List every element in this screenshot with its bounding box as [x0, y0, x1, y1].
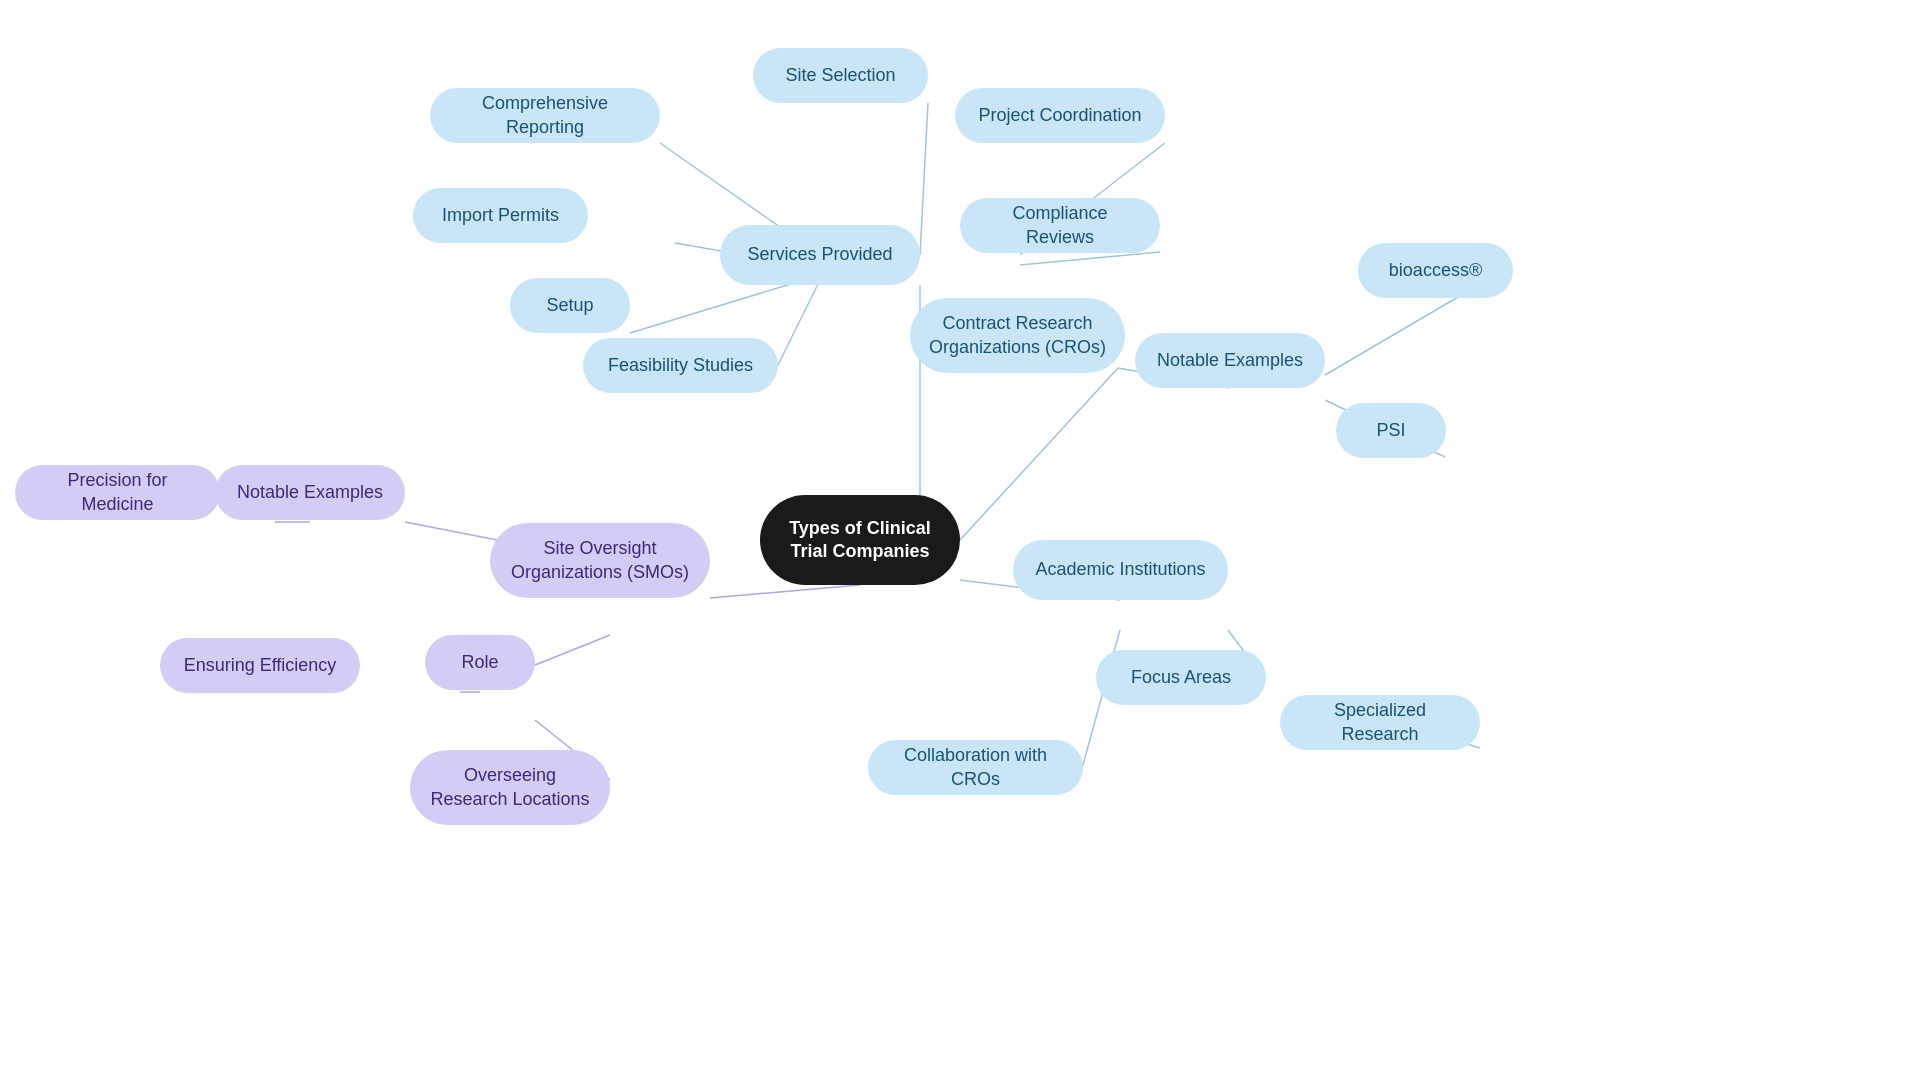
- svg-line-7: [1020, 252, 1160, 265]
- overseeing-research-label: Overseeing Research Locations: [428, 764, 592, 811]
- svg-line-10: [1325, 297, 1458, 375]
- svg-line-8: [960, 368, 1118, 540]
- compliance-reviews-label: Compliance Reviews: [978, 202, 1142, 249]
- feasibility-studies-label: Feasibility Studies: [608, 354, 753, 377]
- notable-examples-smo-node: Notable Examples: [215, 465, 405, 520]
- services-provided-label: Services Provided: [747, 243, 892, 266]
- project-coordination-label: Project Coordination: [978, 104, 1141, 127]
- svg-line-16: [710, 585, 860, 598]
- services-provided-node: Services Provided: [720, 225, 920, 285]
- ensuring-efficiency-label: Ensuring Efficiency: [184, 654, 337, 677]
- import-permits-node: Import Permits: [413, 188, 588, 243]
- import-permits-label: Import Permits: [442, 204, 559, 227]
- bioaccess-node: bioaccess®: [1358, 243, 1513, 298]
- svg-line-5: [778, 280, 820, 365]
- notable-examples-smo-label: Notable Examples: [237, 481, 383, 504]
- role-label: Role: [461, 651, 498, 674]
- psi-node: PSI: [1336, 403, 1446, 458]
- smo-label: Site Oversight Organizations (SMOs): [508, 537, 692, 584]
- center-label: Types of Clinical Trial Companies: [778, 517, 942, 564]
- smo-node: Site Oversight Organizations (SMOs): [490, 523, 710, 598]
- role-node: Role: [425, 635, 535, 690]
- collaboration-cros-node: Collaboration with CROs: [868, 740, 1083, 795]
- academic-institutions-node: Academic Institutions: [1013, 540, 1228, 600]
- academic-institutions-label: Academic Institutions: [1035, 558, 1205, 581]
- notable-examples-cro-label: Notable Examples: [1157, 349, 1303, 372]
- svg-line-1: [920, 103, 928, 255]
- svg-line-19: [535, 635, 610, 665]
- ensuring-efficiency-node: Ensuring Efficiency: [160, 638, 360, 693]
- precision-medicine-label: Precision for Medicine: [33, 469, 202, 516]
- psi-label: PSI: [1376, 419, 1405, 442]
- specialized-research-label: Specialized Research: [1298, 699, 1462, 746]
- overseeing-research-node: Overseeing Research Locations: [410, 750, 610, 825]
- site-selection-label: Site Selection: [785, 64, 895, 87]
- focus-areas-label: Focus Areas: [1131, 666, 1231, 689]
- collaboration-cros-label: Collaboration with CROs: [886, 744, 1065, 791]
- setup-node: Setup: [510, 278, 630, 333]
- comprehensive-reporting-node: Comprehensive Reporting: [430, 88, 660, 143]
- project-coordination-node: Project Coordination: [955, 88, 1165, 143]
- center-node: Types of Clinical Trial Companies: [760, 495, 960, 585]
- precision-medicine-node: Precision for Medicine: [15, 465, 220, 520]
- comprehensive-reporting-label: Comprehensive Reporting: [448, 92, 642, 139]
- setup-label: Setup: [546, 294, 593, 317]
- notable-examples-cro-node: Notable Examples: [1135, 333, 1325, 388]
- feasibility-studies-node: Feasibility Studies: [583, 338, 778, 393]
- cro-node: Contract Research Organizations (CROs): [910, 298, 1125, 373]
- focus-areas-node: Focus Areas: [1096, 650, 1266, 705]
- compliance-reviews-node: Compliance Reviews: [960, 198, 1160, 253]
- bioaccess-label: bioaccess®: [1389, 259, 1482, 282]
- specialized-research-node: Specialized Research: [1280, 695, 1480, 750]
- cro-label: Contract Research Organizations (CROs): [928, 312, 1107, 359]
- site-selection-node: Site Selection: [753, 48, 928, 103]
